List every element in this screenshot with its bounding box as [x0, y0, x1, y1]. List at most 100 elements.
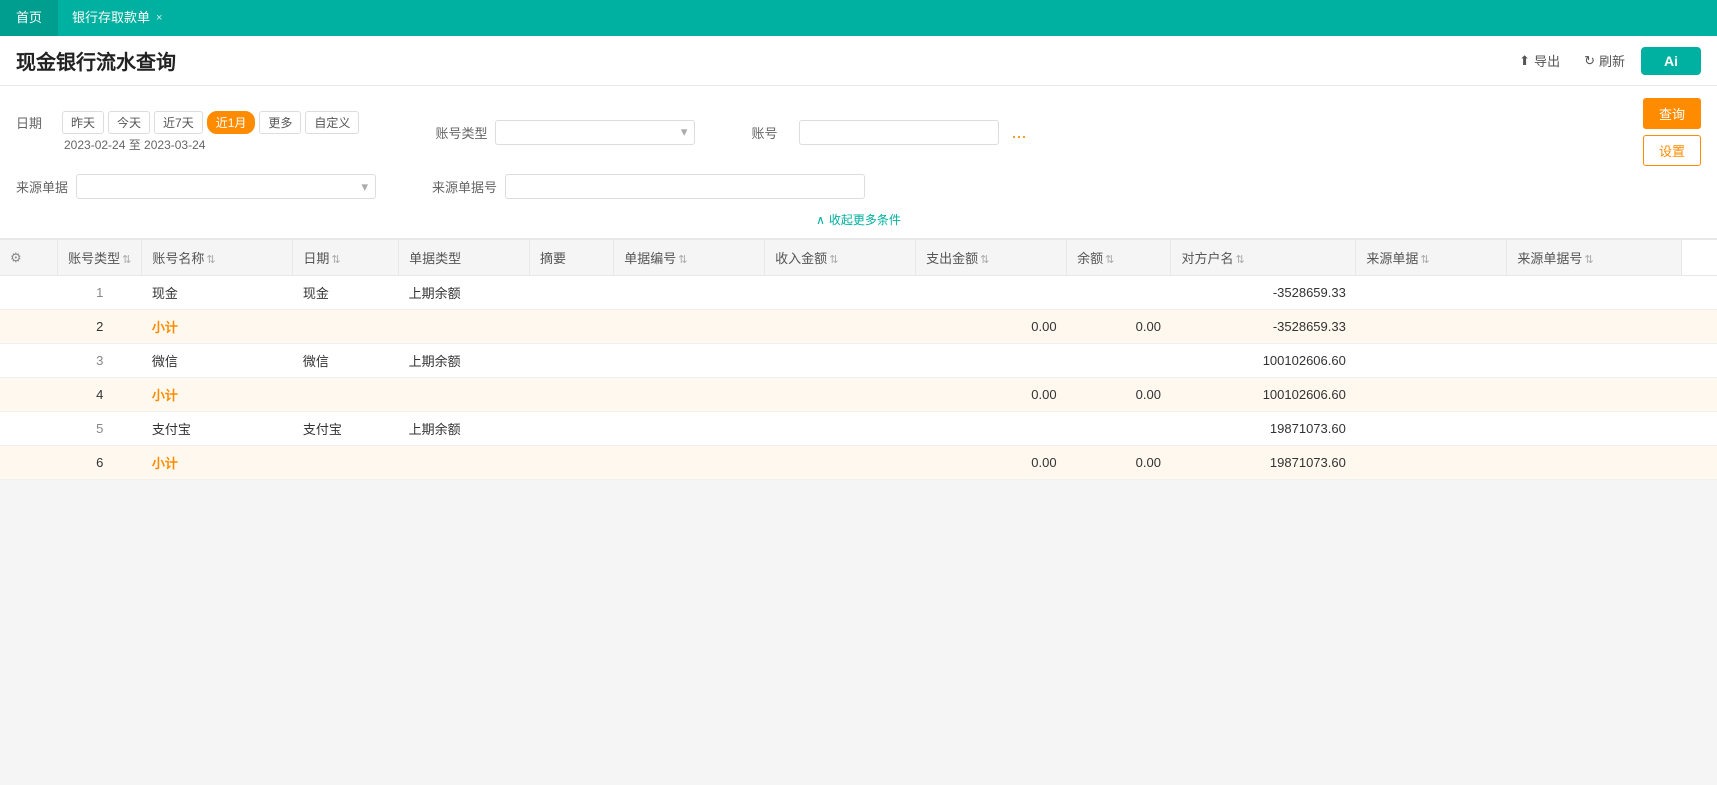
- refresh-icon: ↻: [1584, 53, 1595, 69]
- cell-account_name: [293, 378, 399, 412]
- cell-income: [916, 276, 1067, 310]
- nav-home[interactable]: 首页: [0, 0, 58, 36]
- cell-num: 6: [58, 446, 142, 480]
- cell-counterparty: [1356, 378, 1507, 412]
- filter-row-2: 来源单据 来源单据号: [16, 174, 1701, 199]
- col-header-income[interactable]: 收入金额⇅: [765, 240, 916, 276]
- date-option-昨天[interactable]: 昨天: [62, 111, 104, 134]
- query-button[interactable]: 查询: [1643, 98, 1701, 129]
- cell-counterparty: [1356, 344, 1507, 378]
- col-header-counterparty[interactable]: 对方户名⇅: [1171, 240, 1356, 276]
- cell-doc_no: [765, 446, 916, 480]
- col-header-doc_no[interactable]: 单据编号⇅: [614, 240, 765, 276]
- account-type-section: 账号类型: [435, 120, 695, 145]
- filter-area: 日期 昨天今天近7天近1月更多自定义 2023-02-24 至 2023-03-…: [0, 86, 1717, 239]
- subtotal-label: 小计: [152, 388, 178, 403]
- cell-source_doc_no: [1681, 276, 1717, 310]
- sort-icon: ⇅: [122, 254, 131, 266]
- nav-tab-银行存取款单[interactable]: 银行存取款单×: [58, 0, 202, 36]
- cell-settings: [0, 412, 58, 446]
- col-header-summary: 摘要: [529, 240, 613, 276]
- cell-income: 0.00: [916, 446, 1067, 480]
- source-doc-section: 来源单据: [16, 174, 376, 199]
- cell-source_doc: [1507, 310, 1681, 344]
- col-label: 单据类型: [409, 251, 461, 266]
- cell-date: 上期余额: [399, 276, 530, 310]
- cell-balance: -3528659.33: [1171, 276, 1356, 310]
- cell-num: 4: [58, 378, 142, 412]
- col-header-account_type[interactable]: 账号类型⇅: [58, 240, 142, 276]
- tab-close-icon[interactable]: ×: [156, 0, 162, 36]
- table-row: 1现金现金上期余额-3528659.33: [0, 276, 1717, 310]
- source-doc-no-label: 来源单据号: [432, 177, 497, 196]
- cell-balance: 100102606.60: [1171, 344, 1356, 378]
- cell-doc_type: [529, 344, 613, 378]
- cell-settings: [0, 310, 58, 344]
- account-type-select[interactable]: [495, 120, 695, 145]
- table-row: 3微信微信上期余额100102606.60: [0, 344, 1717, 378]
- date-option-近7天[interactable]: 近7天: [154, 111, 203, 134]
- ai-button[interactable]: Ai: [1641, 47, 1701, 75]
- page-title: 现金银行流水查询: [16, 46, 176, 75]
- cell-account_type: 小计: [142, 310, 293, 344]
- source-doc-select[interactable]: [76, 174, 376, 199]
- sort-icon: ⇅: [678, 254, 687, 266]
- col-header-account_name[interactable]: 账号名称⇅: [142, 240, 293, 276]
- cell-source_doc: [1507, 344, 1681, 378]
- col-header-settings: ⚙: [0, 240, 58, 276]
- account-label: 账号: [751, 123, 791, 142]
- cell-source_doc: [1507, 412, 1681, 446]
- account-input[interactable]: [799, 120, 999, 145]
- account-type-label: 账号类型: [435, 123, 487, 142]
- source-doc-no-input[interactable]: [505, 174, 865, 199]
- cell-expense: 0.00: [1067, 378, 1171, 412]
- col-header-source_doc[interactable]: 来源单据⇅: [1356, 240, 1507, 276]
- subtotal-label: 小计: [152, 320, 178, 335]
- col-label: 摘要: [540, 251, 566, 266]
- subtotal-label: 小计: [152, 456, 178, 471]
- table-row: 6小计0.000.0019871073.60: [0, 446, 1717, 480]
- cell-doc_type: [529, 276, 613, 310]
- cell-expense: 0.00: [1067, 446, 1171, 480]
- date-section: 日期 昨天今天近7天近1月更多自定义 2023-02-24 至 2023-03-…: [16, 111, 359, 153]
- date-option-近1月[interactable]: 近1月: [207, 111, 256, 134]
- date-option-自定义[interactable]: 自定义: [305, 111, 359, 134]
- header-actions: ⬆ 导出 ↻ 刷新 Ai: [1511, 47, 1701, 75]
- cell-source_doc: [1507, 276, 1681, 310]
- table-header-row: ⚙ 账号类型⇅账号名称⇅日期⇅ 单据类型 摘要 单据编号⇅收入金额⇅支出金额⇅余额⇅对方…: [0, 240, 1717, 276]
- table-settings-icon[interactable]: ⚙: [10, 250, 22, 265]
- col-header-source_doc_no[interactable]: 来源单据号⇅: [1507, 240, 1681, 276]
- cell-summary: [614, 310, 765, 344]
- cell-balance: 19871073.60: [1171, 412, 1356, 446]
- cell-account_type: 支付宝: [142, 412, 293, 446]
- cell-doc_type: [529, 310, 613, 344]
- cell-settings: [0, 446, 58, 480]
- col-header-date[interactable]: 日期⇅: [293, 240, 399, 276]
- cell-doc_no: [765, 412, 916, 446]
- cell-expense: [1067, 412, 1171, 446]
- chevron-up-icon: ∧: [816, 213, 825, 227]
- cell-num: 2: [58, 310, 142, 344]
- cell-settings: [0, 378, 58, 412]
- refresh-button[interactable]: ↻ 刷新: [1576, 47, 1633, 74]
- cell-source_doc_no: [1681, 446, 1717, 480]
- cell-balance: 19871073.60: [1171, 446, 1356, 480]
- settings-button[interactable]: 设置: [1643, 135, 1701, 166]
- account-dots-button[interactable]: ...: [1007, 122, 1030, 143]
- col-header-expense[interactable]: 支出金额⇅: [916, 240, 1067, 276]
- cell-doc_type: [529, 378, 613, 412]
- col-header-balance[interactable]: 余额⇅: [1067, 240, 1171, 276]
- cell-account_name: 支付宝: [293, 412, 399, 446]
- sort-icon: ⇅: [206, 254, 215, 266]
- cell-expense: [1067, 344, 1171, 378]
- nav-tabs: 收款单×付款单×其他收入单×应收应付调整单×银行存取款单×预收冲应收单×收款核销…: [58, 0, 202, 36]
- sort-icon: ⇅: [1584, 254, 1593, 266]
- export-button[interactable]: ⬆ 导出: [1511, 47, 1568, 74]
- page-header: 现金银行流水查询 ⬆ 导出 ↻ 刷新 Ai: [0, 36, 1717, 86]
- cell-counterparty: [1356, 446, 1507, 480]
- date-option-今天[interactable]: 今天: [108, 111, 150, 134]
- filter-row-1: 日期 昨天今天近7天近1月更多自定义 2023-02-24 至 2023-03-…: [16, 98, 1701, 166]
- date-option-更多[interactable]: 更多: [259, 111, 301, 134]
- collapse-button[interactable]: ∧ 收起更多条件: [816, 211, 901, 228]
- sort-icon: ⇅: [331, 254, 340, 266]
